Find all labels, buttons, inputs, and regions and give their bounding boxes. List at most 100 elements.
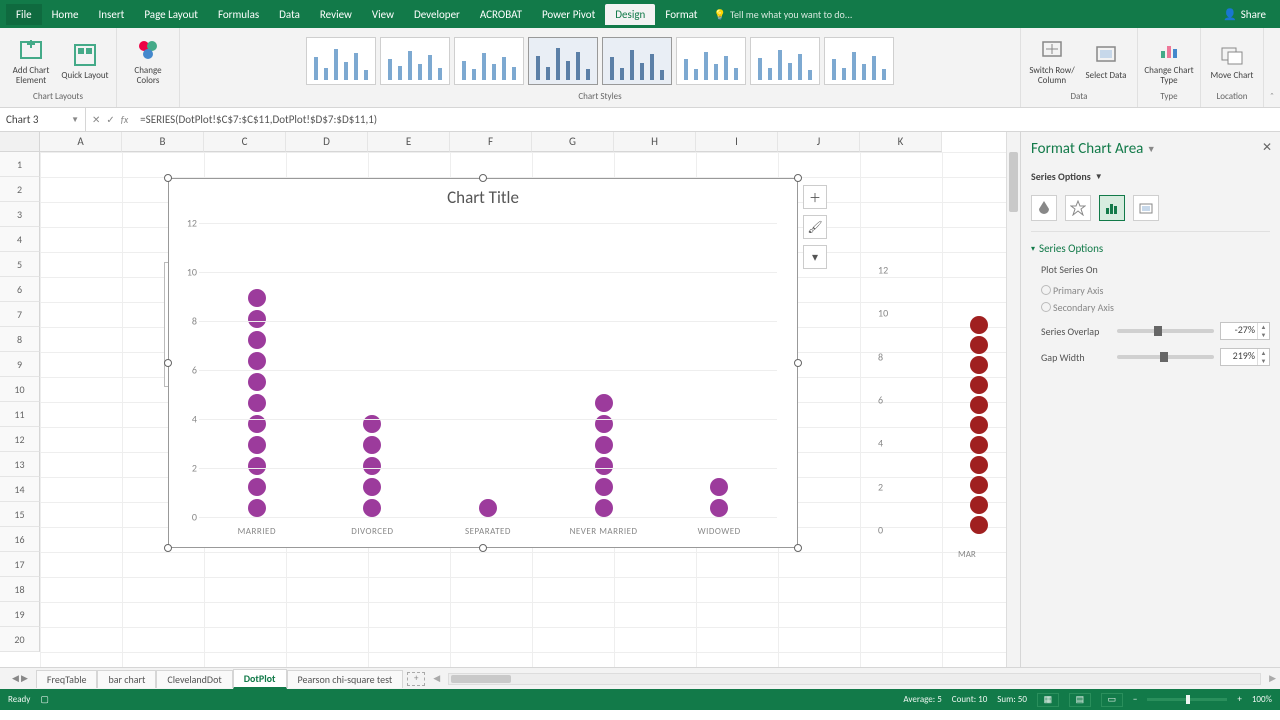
row-header[interactable]: 9 <box>0 352 40 377</box>
data-point[interactable] <box>363 457 381 475</box>
data-point[interactable] <box>595 478 613 496</box>
cancel-formula-icon[interactable]: ✕ <box>92 113 100 126</box>
row-header[interactable]: 8 <box>0 327 40 352</box>
row-header[interactable]: 14 <box>0 477 40 502</box>
data-point[interactable] <box>970 416 988 434</box>
chart-style-1[interactable] <box>306 37 376 85</box>
col-header[interactable]: B <box>122 132 204 152</box>
row-header[interactable]: 6 <box>0 277 40 302</box>
enter-formula-icon[interactable]: ✓ <box>106 113 114 126</box>
col-header[interactable]: C <box>204 132 286 152</box>
data-point[interactable] <box>248 415 266 433</box>
data-point[interactable] <box>479 499 497 517</box>
row-header[interactable]: 1 <box>0 152 40 177</box>
col-header[interactable]: K <box>860 132 942 152</box>
normal-view-button[interactable]: ▦ <box>1037 693 1059 707</box>
data-point[interactable] <box>595 394 613 412</box>
col-header[interactable]: A <box>40 132 122 152</box>
size-properties-tab[interactable] <box>1133 195 1159 221</box>
tab-design[interactable]: Design <box>605 4 655 25</box>
data-point[interactable] <box>363 436 381 454</box>
zoom-out-button[interactable]: − <box>1133 694 1137 705</box>
tab-home[interactable]: Home <box>42 4 89 25</box>
chart-elements-button[interactable]: ＋ <box>803 185 827 209</box>
sheet-tab-clevelanddot[interactable]: ClevelandDot <box>156 670 232 688</box>
data-point[interactable] <box>970 456 988 474</box>
data-point[interactable] <box>248 499 266 517</box>
col-header[interactable]: H <box>614 132 696 152</box>
row-header[interactable]: 12 <box>0 427 40 452</box>
zoom-slider[interactable] <box>1147 698 1227 701</box>
row-header[interactable]: 15 <box>0 502 40 527</box>
primary-axis-radio[interactable]: Primary Axis <box>1031 282 1270 299</box>
row-header[interactable]: 16 <box>0 527 40 552</box>
data-point[interactable] <box>970 496 988 514</box>
row-header[interactable]: 19 <box>0 602 40 627</box>
tab-formulas[interactable]: Formulas <box>208 4 269 25</box>
switch-row-column-button[interactable]: Switch Row/ Column <box>1027 31 1077 91</box>
quick-layout-button[interactable]: Quick Layout <box>60 31 110 91</box>
data-point[interactable] <box>363 499 381 517</box>
tab-format[interactable]: Format <box>655 4 707 25</box>
tell-me-search[interactable]: 💡 Tell me what you want to do... <box>708 8 859 21</box>
x-axis-categories[interactable]: MARRIEDDIVORCEDSEPARATEDNEVER MARRIEDWID… <box>199 526 777 537</box>
data-point[interactable] <box>248 394 266 412</box>
change-chart-type-button[interactable]: Change Chart Type <box>1144 31 1194 91</box>
tab-nav-buttons[interactable]: ◀ ▶ <box>4 673 36 684</box>
chart-style-4[interactable] <box>528 37 598 85</box>
tab-developer[interactable]: Developer <box>404 4 470 25</box>
close-pane-button[interactable]: ✕ <box>1262 140 1272 155</box>
data-point[interactable] <box>248 289 266 307</box>
tab-review[interactable]: Review <box>310 4 362 25</box>
row-header[interactable]: 17 <box>0 552 40 577</box>
chart-object-2[interactable]: 024681012 MAR <box>878 260 1018 560</box>
macro-record-icon[interactable]: ▢ <box>40 694 49 705</box>
resize-handle[interactable] <box>479 174 487 182</box>
zoom-in-button[interactable]: + <box>1237 694 1241 705</box>
data-point[interactable] <box>970 316 988 334</box>
data-point[interactable] <box>970 336 988 354</box>
series-options-tab[interactable] <box>1099 195 1125 221</box>
row-header[interactable]: 5 <box>0 252 40 277</box>
chart-filters-button[interactable]: ▾ <box>803 245 827 269</box>
chart-style-8[interactable] <box>824 37 894 85</box>
add-chart-element-button[interactable]: Add Chart Element <box>6 31 56 91</box>
chart-object[interactable]: Chart Title 024681012 MARRIEDDIVORCEDSEP… <box>168 178 798 548</box>
row-header[interactable]: 4 <box>0 227 40 252</box>
col-header[interactable]: D <box>286 132 368 152</box>
data-point[interactable] <box>710 499 728 517</box>
effects-tab[interactable] <box>1065 195 1091 221</box>
row-header[interactable]: 18 <box>0 577 40 602</box>
data-point[interactable] <box>710 478 728 496</box>
chart-style-6[interactable] <box>676 37 746 85</box>
col-header[interactable]: G <box>532 132 614 152</box>
y-axis[interactable]: 024681012 <box>175 223 199 517</box>
worksheet-grid[interactable]: A B C D E F G H I J K 123456789101112131… <box>0 132 1020 667</box>
fx-icon[interactable]: fx <box>121 113 128 126</box>
data-point[interactable] <box>970 476 988 494</box>
series-overlap-input[interactable]: -27%▲▼ <box>1220 322 1270 340</box>
scrollbar-thumb[interactable] <box>451 675 511 683</box>
plot-area[interactable]: 024681012 MARRIEDDIVORCEDSEPARATEDNEVER … <box>199 223 777 517</box>
resize-handle[interactable] <box>164 174 172 182</box>
row-headers[interactable]: 1234567891011121314151617181920 <box>0 152 40 652</box>
col-header[interactable]: F <box>450 132 532 152</box>
tab-page-layout[interactable]: Page Layout <box>134 4 208 25</box>
data-point[interactable] <box>248 310 266 328</box>
share-button[interactable]: 👤 Share <box>1215 8 1274 21</box>
chart-style-7[interactable] <box>750 37 820 85</box>
tab-file[interactable]: File <box>6 4 42 25</box>
series-overlap-slider[interactable] <box>1117 329 1214 333</box>
row-header[interactable]: 7 <box>0 302 40 327</box>
collapse-ribbon-button[interactable]: ˆ <box>1264 28 1280 107</box>
tab-insert[interactable]: Insert <box>89 4 135 25</box>
data-point[interactable] <box>970 436 988 454</box>
data-point[interactable] <box>248 478 266 496</box>
data-point[interactable] <box>970 376 988 394</box>
select-all-corner[interactable] <box>0 132 40 152</box>
chart-style-3[interactable] <box>454 37 524 85</box>
row-header[interactable]: 10 <box>0 377 40 402</box>
select-data-button[interactable]: Select Data <box>1081 31 1131 91</box>
data-point[interactable] <box>970 356 988 374</box>
data-point[interactable] <box>595 499 613 517</box>
